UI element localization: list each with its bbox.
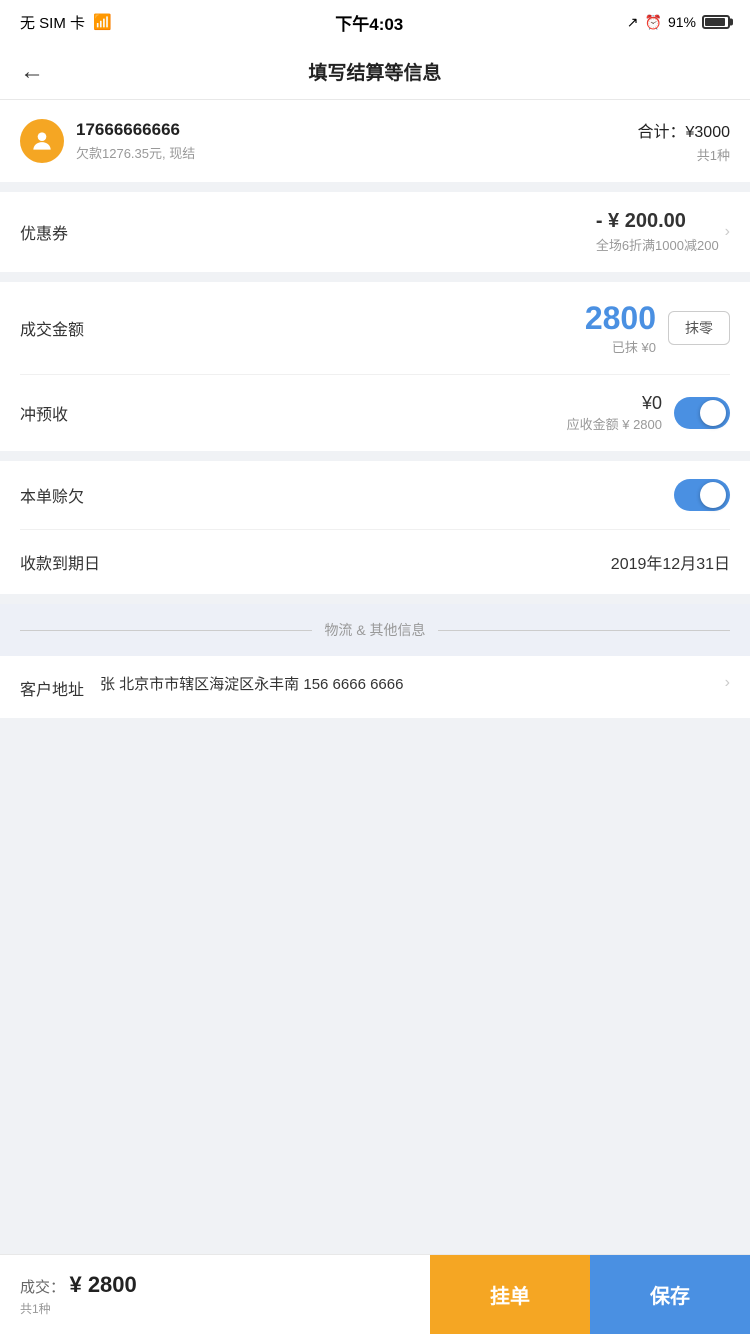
bottom-count: 共1种 xyxy=(20,1300,410,1317)
address-label: 客户地址 xyxy=(20,676,84,700)
customer-phone: 17666666666 xyxy=(76,120,195,140)
due-date-label: 收款到期日 xyxy=(20,550,100,574)
logistics-label: 物流 & 其他信息 xyxy=(324,620,425,640)
trade-form-card: 成交金额 2800 已抹 ¥0 抹零 冲预收 ¥0 应收金额 ¥ 2800 xyxy=(0,282,750,451)
prepay-toggle[interactable] xyxy=(674,397,730,429)
separator-3 xyxy=(0,594,750,604)
chevron-right-icon: › xyxy=(725,223,730,241)
coupon-discount: - ¥ 200.00 xyxy=(596,210,719,233)
bottom-bar: 成交： ¥ 2800 共1种 挂单 保存 xyxy=(0,1254,750,1334)
customer-card: 17666666666 欠款1276.35元, 现结 合计：¥3000 共1种 xyxy=(0,100,750,182)
save-button[interactable]: 保存 xyxy=(590,1255,750,1334)
battery-icon xyxy=(702,15,730,29)
trade-amount-row: 成交金额 2800 已抹 ¥0 抹零 xyxy=(20,282,730,375)
avatar xyxy=(20,119,64,163)
page-title: 填写结算等信息 xyxy=(60,58,690,85)
address-value: 张 北京市市辖区海淀区永丰南 156 6666 6666 xyxy=(100,674,725,697)
debt-row: 本单赊欠 xyxy=(20,461,730,530)
round-button[interactable]: 抹零 xyxy=(668,311,730,345)
prepay-label: 冲预收 xyxy=(20,401,68,425)
coupon-right: - ¥ 200.00 全场6折满1000减200 › xyxy=(596,210,730,254)
status-bar: 无 SIM 卡 📶 下午4:03 ↗ ⏰ 91% xyxy=(0,0,750,44)
alarm-icon: ⏰ xyxy=(645,14,662,31)
trade-amount-label: 成交金额 xyxy=(20,316,84,340)
debt-form-card: 本单赊欠 收款到期日 2019年12月31日 xyxy=(0,461,750,594)
status-time: 下午4:03 xyxy=(335,10,403,35)
wifi-icon: 📶 xyxy=(93,13,112,31)
debt-toggle[interactable] xyxy=(674,479,730,511)
nav-bar: ← 填写结算等信息 xyxy=(0,44,750,100)
due-date-row: 收款到期日 2019年12月31日 xyxy=(20,530,730,594)
separator-1 xyxy=(0,272,750,282)
hang-order-button[interactable]: 挂单 xyxy=(430,1255,590,1334)
prepay-sub: 应收金额 ¥ 2800 xyxy=(567,414,662,433)
coupon-row[interactable]: 优惠券 - ¥ 200.00 全场6折满1000减200 › xyxy=(0,192,750,272)
address-chevron-icon: › xyxy=(725,674,730,692)
total-count: 共1种 xyxy=(638,145,731,164)
bottom-trade-label: 成交： xyxy=(20,1279,65,1296)
divider-line-right xyxy=(438,630,730,631)
bottom-summary: 成交： ¥ 2800 共1种 xyxy=(0,1272,430,1317)
status-right: ↗ ⏰ 91% xyxy=(627,14,730,31)
divider-line-left xyxy=(20,630,312,631)
debt-label: 本单赊欠 xyxy=(20,483,84,507)
bottom-spacer xyxy=(0,718,750,838)
bottom-amount: ¥ 2800 xyxy=(69,1272,136,1297)
due-date-value: 2019年12月31日 xyxy=(611,550,730,574)
customer-sub: 欠款1276.35元, 现结 xyxy=(76,143,195,162)
prepay-value: ¥0 xyxy=(567,393,662,414)
battery-percent: 91% xyxy=(668,14,696,30)
already-rounded-text: 已抹 ¥0 xyxy=(585,337,656,356)
status-left: 无 SIM 卡 📶 xyxy=(20,12,112,33)
coupon-label: 优惠券 xyxy=(20,220,68,244)
separator-2 xyxy=(0,451,750,461)
back-button[interactable]: ← xyxy=(20,58,44,86)
total-amount: 合计：¥3000 xyxy=(638,118,731,142)
prepay-row: 冲预收 ¥0 应收金额 ¥ 2800 xyxy=(20,375,730,451)
logistics-divider: 物流 & 其他信息 xyxy=(0,604,750,656)
coupon-description: 全场6折满1000减200 xyxy=(596,235,719,254)
no-sim-text: 无 SIM 卡 xyxy=(20,12,85,33)
trade-amount-value: 2800 xyxy=(585,300,656,336)
location-icon: ↗ xyxy=(627,14,639,31)
address-row[interactable]: 客户地址 张 北京市市辖区海淀区永丰南 156 6666 6666 › xyxy=(0,656,750,718)
